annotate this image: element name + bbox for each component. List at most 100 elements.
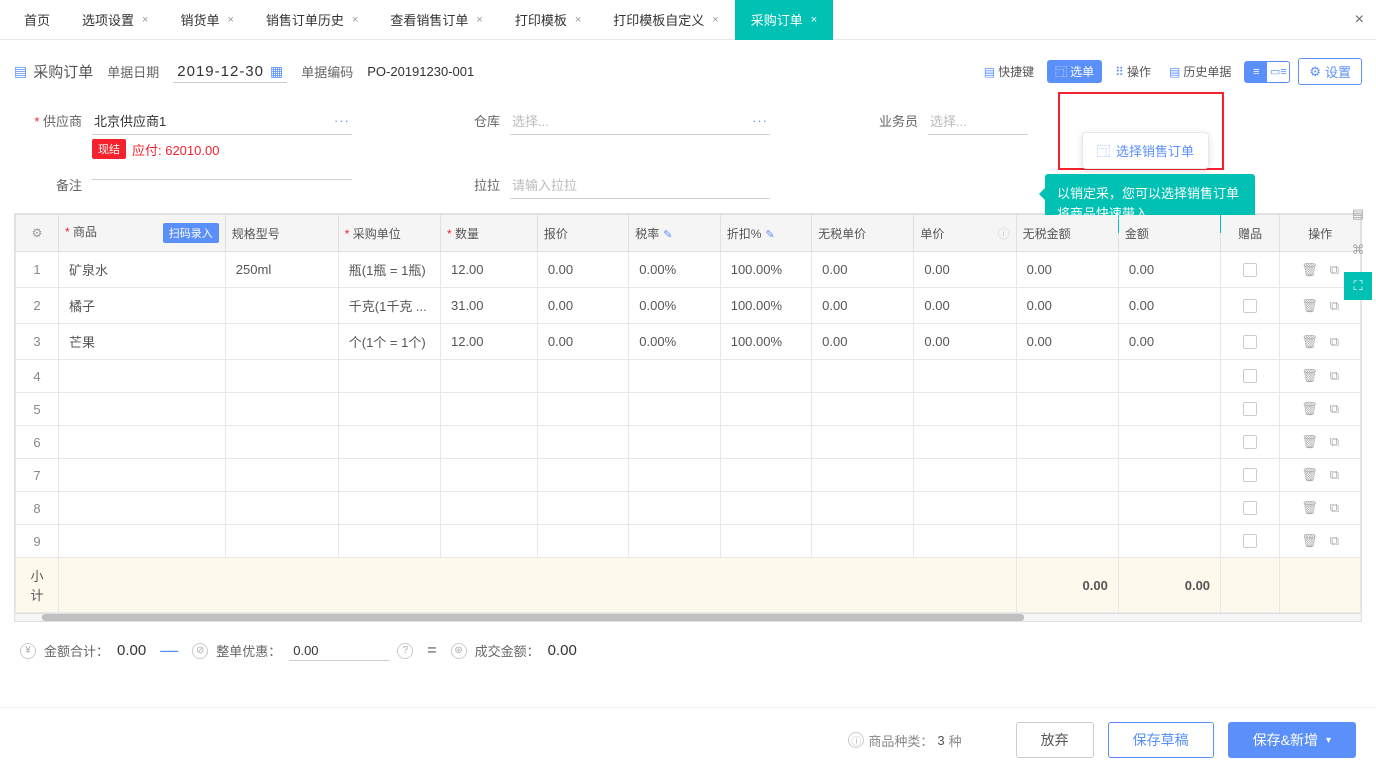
table-row[interactable]: 6 🗑⧉ — [16, 426, 1361, 459]
due-amount: 应付: 62010.00 — [132, 140, 219, 159]
salesperson-label: 业务员 — [870, 107, 918, 130]
remark-input[interactable] — [92, 171, 352, 180]
link-icon[interactable]: ⌘ — [1344, 236, 1372, 264]
close-icon[interactable]: × — [227, 14, 233, 26]
save-draft-button[interactable]: 保存草稿 — [1108, 722, 1214, 758]
delete-icon[interactable]: 🗑 — [1301, 500, 1318, 516]
supplier-input[interactable]: 北京供应商1 ··· — [92, 107, 352, 135]
col-settings[interactable]: ⚙ — [16, 215, 59, 252]
tab-sales-history[interactable]: 销售订单历史× — [250, 0, 374, 40]
select-icon: ⿹ — [1097, 141, 1110, 160]
note-icon[interactable]: ▤ — [1344, 200, 1372, 228]
help-icon[interactable]: ? — [397, 643, 413, 659]
copy-icon[interactable]: ⧉ — [1330, 434, 1339, 450]
info-icon: ⓘ — [848, 732, 864, 748]
select-order-button[interactable]: ⿹选单 — [1047, 60, 1102, 83]
gift-checkbox[interactable] — [1243, 501, 1257, 515]
shortcut-button[interactable]: ▤快捷键 — [979, 60, 1039, 83]
table-row[interactable]: 1 矿泉水 250ml 瓶(1瓶 = 1瓶) 12.00 0.00 0.00% … — [16, 252, 1361, 288]
table-row[interactable]: 7 🗑⧉ — [16, 459, 1361, 492]
tab-sales-bill[interactable]: 销货单× — [164, 0, 249, 40]
delete-icon[interactable]: 🗑 — [1301, 401, 1318, 417]
gift-checkbox[interactable] — [1243, 335, 1257, 349]
table-row[interactable]: 3 芒果 个(1个 = 1个) 12.00 0.00 0.00% 100.00%… — [16, 324, 1361, 360]
deal-icon: ⊛ — [451, 643, 467, 659]
delete-icon[interactable]: 🗑 — [1301, 334, 1318, 350]
close-icon[interactable]: × — [811, 14, 817, 26]
settings-button[interactable]: ⚙设置 — [1298, 58, 1362, 85]
date-input[interactable]: 2019-12-30 ▦ — [173, 61, 287, 83]
keyboard-icon: ▤ — [984, 65, 995, 79]
close-icon[interactable]: × — [575, 14, 581, 26]
view-card-button[interactable]: ▭≡ — [1267, 62, 1289, 82]
save-new-button[interactable]: 保存&新增▾ — [1228, 722, 1356, 758]
close-all-icon[interactable]: × — [1355, 11, 1364, 29]
equals-icon: = — [421, 642, 442, 660]
more-icon[interactable]: ··· — [334, 113, 350, 128]
scan-badge[interactable]: 扫码录入 — [163, 223, 219, 243]
table-row[interactable]: 9 🗑⧉ — [16, 525, 1361, 558]
view-list-button[interactable]: ≡ — [1245, 62, 1267, 82]
abandon-button[interactable]: 放弃 — [1016, 722, 1094, 758]
supplier-label: 供应商 — [34, 107, 82, 130]
copy-icon[interactable]: ⧉ — [1330, 467, 1339, 483]
tab-print-custom[interactable]: 打印模板自定义× — [597, 0, 734, 40]
table-row[interactable]: 5 🗑⧉ — [16, 393, 1361, 426]
col-amount-notax: 无税金额 — [1016, 215, 1118, 252]
copy-icon[interactable]: ⧉ — [1330, 500, 1339, 516]
gift-checkbox[interactable] — [1243, 369, 1257, 383]
copy-icon[interactable]: ⧉ — [1330, 533, 1339, 549]
deal-amount: 0.00 — [548, 642, 577, 659]
delete-icon[interactable]: 🗑 — [1301, 298, 1318, 314]
close-icon[interactable]: × — [142, 14, 148, 26]
gift-checkbox[interactable] — [1243, 402, 1257, 416]
operate-button[interactable]: ⠿操作 — [1110, 60, 1156, 83]
delete-icon[interactable]: 🗑 — [1301, 533, 1318, 549]
gift-checkbox[interactable] — [1243, 468, 1257, 482]
history-button[interactable]: ▤历史单据 — [1164, 60, 1236, 83]
caret-down-icon: ▾ — [1326, 735, 1331, 746]
col-price-notax: 无税单价 — [812, 215, 914, 252]
doc-code: PO-20191230-001 — [367, 64, 474, 79]
table-row[interactable]: 8 🗑⧉ — [16, 492, 1361, 525]
delete-icon[interactable]: 🗑 — [1301, 262, 1318, 278]
discount-input[interactable]: 0.00 — [289, 641, 389, 661]
table-row[interactable]: 2 橘子 千克(1千克 ... 31.00 0.00 0.00% 100.00%… — [16, 288, 1361, 324]
close-icon[interactable]: × — [476, 14, 482, 26]
lala-input[interactable]: 请输入拉拉 — [510, 171, 770, 199]
tab-options[interactable]: 选项设置× — [66, 0, 164, 40]
gift-checkbox[interactable] — [1243, 299, 1257, 313]
horizontal-scrollbar[interactable] — [15, 613, 1361, 621]
copy-icon[interactable]: ⧉ — [1330, 334, 1339, 350]
gift-checkbox[interactable] — [1243, 534, 1257, 548]
delete-icon[interactable]: 🗑 — [1301, 368, 1318, 384]
copy-icon[interactable]: ⧉ — [1330, 298, 1339, 314]
edit-icon[interactable]: ✎ — [765, 229, 774, 241]
delete-icon[interactable]: 🗑 — [1301, 434, 1318, 450]
calendar-icon: ▦ — [270, 63, 283, 80]
tab-home[interactable]: 首页 — [8, 0, 66, 40]
delete-icon[interactable]: 🗑 — [1301, 467, 1318, 483]
side-panel: ▤ ⌘ ⛶ — [1344, 200, 1372, 300]
edit-icon[interactable]: ✎ — [663, 229, 672, 241]
select-sales-order-dropdown[interactable]: ⿹ 选择销售订单 — [1082, 132, 1209, 169]
col-quote: 报价 — [537, 215, 628, 252]
info-icon[interactable]: ⓘ — [998, 225, 1010, 242]
copy-icon[interactable]: ⧉ — [1330, 368, 1339, 384]
col-amount: 金额 — [1118, 215, 1220, 252]
warehouse-input[interactable]: 选择... ··· — [510, 107, 770, 135]
tab-print-template[interactable]: 打印模板× — [499, 0, 597, 40]
gift-checkbox[interactable] — [1243, 435, 1257, 449]
table-row[interactable]: 4 🗑⧉ — [16, 360, 1361, 393]
close-icon[interactable]: × — [712, 14, 718, 26]
salesperson-input[interactable]: 选择... — [928, 107, 1028, 135]
gift-checkbox[interactable] — [1243, 263, 1257, 277]
lala-label: 拉拉 — [452, 171, 500, 194]
more-icon[interactable]: ··· — [752, 113, 768, 128]
close-icon[interactable]: × — [352, 14, 358, 26]
copy-icon[interactable]: ⧉ — [1330, 262, 1339, 278]
tab-view-sales-order[interactable]: 查看销售订单× — [374, 0, 498, 40]
expand-icon[interactable]: ⛶ — [1344, 272, 1372, 300]
copy-icon[interactable]: ⧉ — [1330, 401, 1339, 417]
tab-purchase-order[interactable]: 采购订单× — [735, 0, 833, 40]
